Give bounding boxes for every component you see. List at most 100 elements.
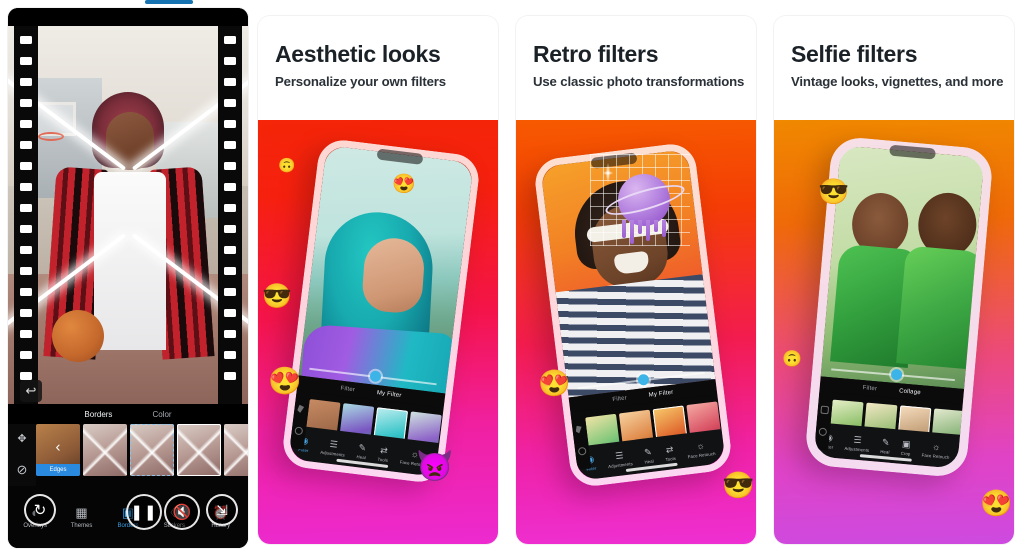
editor-category-tabs: Borders Color [8, 404, 248, 424]
tab-borders[interactable]: Borders [84, 410, 112, 419]
filter-thumbnail-strip[interactable]: ✥ ⊘ ‹ Edges ED3 ED1 [8, 424, 248, 486]
sticker-sunglasses: 😎 [262, 283, 292, 310]
gallery-item-promo-retro-filters[interactable]: Retro filters Use classic photo transfor… [516, 16, 756, 544]
page-title: Retro filters [533, 41, 659, 67]
pause-button[interactable]: ❚❚ [126, 494, 162, 530]
sticker-upside-down-face: 🙃 [278, 157, 296, 173]
sliders-icon: ☰ [853, 434, 863, 445]
nav-item-themes[interactable]: ▦ Themes [60, 505, 104, 529]
filter-thumb[interactable]: ED4 [224, 424, 248, 476]
nav-item-heal[interactable]: ✎ Heal [880, 436, 891, 455]
fullscreen-button[interactable]: ⇲ [206, 494, 238, 526]
photo-neon-overlay [8, 26, 248, 404]
nav-item-heal[interactable]: ✎ Heal [643, 446, 654, 464]
sticker-heart-eyes: 😍 [538, 368, 571, 398]
phone-screen: Filter My Filter V1 V2 [288, 145, 474, 477]
filter-thumb-edges[interactable]: ‹ Edges [36, 424, 80, 476]
sticker-heart-eyes: 😍 [392, 174, 416, 195]
slider-knob[interactable] [637, 373, 651, 386]
promo-artwork: Filter My Filter R1 R2 R3 [516, 120, 756, 544]
gallery-item-app-screenshot[interactable]: ↩ Borders Color ✥ ⊘ ‹ Edges ◐ Overlays ▦… [8, 8, 248, 548]
photo-subject-right [894, 189, 985, 371]
planet-drip-graphic [620, 220, 668, 246]
page-subtitle: Vintage looks, vignettes, and more [791, 73, 1004, 89]
filter-thumb-selected[interactable]: ED2 [177, 424, 221, 476]
sticker-heart-eyes-2: 😍 [268, 366, 302, 396]
promo-header: Selfie filters Vintage looks, vignettes,… [774, 16, 1014, 120]
brush-icon: ✎ [643, 446, 653, 458]
phone-mockup: Filter My Filter V1 V2 [280, 137, 482, 485]
status-bar [8, 8, 248, 26]
sparkle-icon [600, 158, 616, 188]
tab-filter[interactable]: Filter [612, 395, 627, 403]
film-strip-left [14, 26, 38, 404]
mute-button[interactable]: 🔇 [164, 494, 200, 530]
tab-filter[interactable]: Filter [862, 385, 877, 392]
screenshot-gallery: ↩ Borders Color ✥ ⊘ ‹ Edges ◐ Overlays ▦… [0, 0, 1024, 554]
nav-item-adjustments[interactable]: ☰ Adjustments [844, 433, 870, 452]
sticker-sunglasses: 😎 [818, 178, 850, 206]
promo-artwork: Filter Collage S1 S2 S3 [774, 120, 1014, 544]
promo-artwork: Filter My Filter V1 V2 [258, 120, 498, 544]
sticker-heart-eyes: 😍 [980, 488, 1013, 518]
page-subtitle: Use classic photo transformations [533, 73, 745, 89]
filter-thumb[interactable]: ED3 [83, 424, 127, 476]
filter-thumb[interactable]: ED1 [130, 424, 174, 476]
nav-label: Tools [665, 455, 677, 462]
edges-chip-label: Edges [36, 464, 80, 476]
sticker-sunglasses: 😎 [722, 470, 755, 500]
nav-item-heal[interactable]: ✎ Heal [356, 442, 367, 460]
tools-icon: ⇄ [379, 444, 389, 456]
nav-label: Crop [900, 450, 911, 457]
nav-label: Adjustments [844, 445, 870, 453]
tab-my-filter[interactable]: My Filter [648, 389, 673, 398]
none-icon[interactable] [818, 427, 828, 437]
crop-icon: ▣ [901, 438, 912, 450]
sticker-angry-devil: 👿 [416, 450, 454, 483]
gallery-item-promo-selfie-filters[interactable]: Selfie filters Vintage looks, vignettes,… [774, 16, 1014, 544]
brush-icon[interactable] [297, 405, 306, 414]
tab-my-filter[interactable]: My Filter [377, 390, 402, 399]
sticker-upside-down-face: 🙃 [782, 351, 802, 368]
photo-subject-face [360, 236, 426, 315]
page-title: Selfie filters [791, 41, 918, 67]
nav-label: Heal [644, 458, 654, 465]
photo-subject-clothing [896, 245, 985, 370]
nav-item-tools[interactable]: ⇄ Tools [664, 443, 677, 462]
nav-label: Heal [880, 448, 890, 455]
nav-label: Tools [377, 456, 389, 463]
page-subtitle: Personalize your own filters [275, 73, 446, 89]
brush-icon: ✎ [358, 441, 367, 453]
promo-header: Aesthetic looks Personalize your own fil… [258, 16, 498, 120]
nav-item-tools[interactable]: ⇄ Tools [377, 444, 390, 462]
none-icon[interactable] [294, 426, 304, 436]
nav-item-adjustments[interactable]: ☰ Adjustments [320, 437, 347, 457]
editor-canvas-photo[interactable] [8, 26, 248, 404]
brush-icon: ✎ [881, 436, 890, 448]
none-icon[interactable]: ⊘ [17, 462, 28, 478]
slider-knob[interactable] [369, 370, 383, 383]
tab-collage[interactable]: Collage [899, 388, 921, 396]
edited-photo [298, 145, 474, 394]
themes-icon: ▦ [75, 505, 88, 520]
brush-icon[interactable] [575, 425, 584, 434]
undo-icon[interactable]: ↩ [20, 380, 42, 402]
page-title: Aesthetic looks [275, 41, 441, 67]
editor-panel: Borders Color ✥ ⊘ ‹ Edges ED3 [8, 404, 248, 548]
film-strip-right [218, 26, 242, 404]
expand-icon[interactable]: ✥ [17, 432, 26, 445]
tab-filter[interactable]: Filter [340, 385, 355, 393]
nav-item-crop[interactable]: ▣ Crop [901, 438, 912, 456]
strip-side-tools: ✥ ⊘ [8, 424, 36, 486]
replay-button[interactable]: ↻ [24, 494, 56, 526]
nav-item-adjustments[interactable]: ☰ Adjustments [606, 449, 633, 469]
slider-knob[interactable] [890, 368, 903, 381]
none-icon[interactable] [577, 446, 587, 456]
settings-icon[interactable] [820, 405, 830, 415]
tab-color[interactable]: Color [152, 410, 171, 419]
promo-header: Retro filters Use classic photo transfor… [516, 16, 756, 120]
nav-item-face-retouch[interactable]: ☼ Face Retouch [921, 440, 950, 460]
nav-item-face-retouch[interactable]: ☼ Face Retouch [686, 439, 715, 459]
nav-label: Themes [70, 523, 93, 529]
gallery-item-promo-aesthetic-looks[interactable]: Aesthetic looks Personalize your own fil… [258, 16, 498, 544]
